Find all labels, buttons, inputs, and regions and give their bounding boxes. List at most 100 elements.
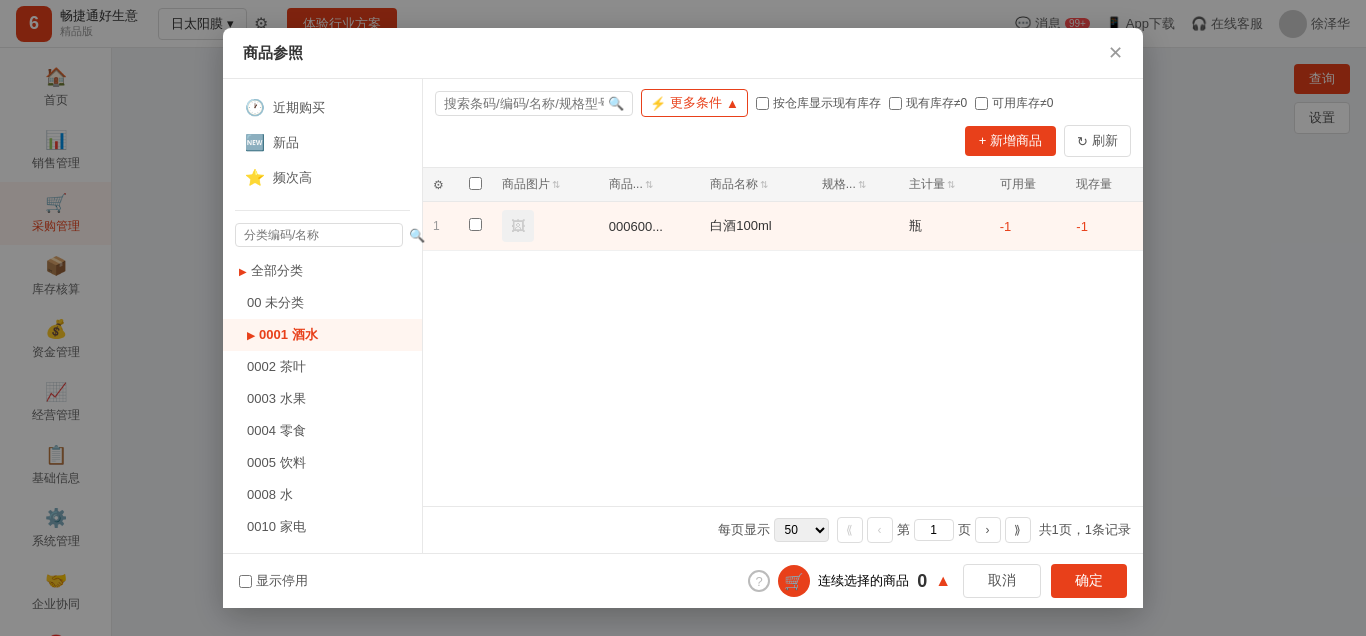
cat-fruit-label: 0003 水果 bbox=[247, 390, 306, 408]
available-stock-checkbox[interactable] bbox=[975, 97, 988, 110]
modal-close-icon[interactable]: ✕ bbox=[1108, 42, 1123, 64]
sort-icon-3: ⇅ bbox=[760, 179, 768, 190]
sort-icon-2: ⇅ bbox=[645, 179, 653, 190]
next-page-button[interactable]: › bbox=[975, 517, 1001, 543]
row-checkbox[interactable] bbox=[469, 218, 482, 231]
row-spec-cell bbox=[812, 202, 900, 251]
cat-liquor-label: 0001 酒水 bbox=[259, 326, 318, 344]
product-search-input[interactable] bbox=[444, 96, 604, 111]
last-page-button[interactable]: ⟫ bbox=[1005, 517, 1031, 543]
th-product-code: 商品... ⇅ bbox=[599, 168, 701, 202]
cat-snack-label: 0004 零食 bbox=[247, 422, 306, 440]
th-stock: 现存量 bbox=[1066, 168, 1143, 202]
cat-beverage-label: 0005 饮料 bbox=[247, 454, 306, 472]
nonzero-stock-checkbox[interactable] bbox=[889, 97, 902, 110]
warehouse-stock-checkbox[interactable] bbox=[756, 97, 769, 110]
th-available: 可用量 bbox=[990, 168, 1067, 202]
th-settings: ⚙ bbox=[423, 168, 459, 202]
modal-overlay: 商品参照 ✕ 🕐 近期购买 🆕 新品 ⭐ 频次高 bbox=[0, 0, 1366, 636]
table-row[interactable]: 1 🖼 000600... bbox=[423, 202, 1143, 251]
show-disabled-check[interactable]: 显示停用 bbox=[239, 572, 308, 590]
cat-uncategorized-label: 00 未分类 bbox=[247, 294, 304, 312]
cat-item-liquor[interactable]: ▶ 0001 酒水 bbox=[223, 319, 422, 351]
row-code-cell: 000600... bbox=[599, 202, 701, 251]
cat-item-fruit[interactable]: 0003 水果 bbox=[223, 383, 422, 415]
filter-icon: ⚡ bbox=[650, 96, 666, 111]
toolbar: 🔍 ⚡ 更多条件 ▲ 按仓库显示现有库存 现有库存≠0 bbox=[423, 79, 1143, 168]
check-warehouse-stock[interactable]: 按仓库显示现有库存 bbox=[756, 95, 881, 112]
row-checkbox-cell bbox=[459, 202, 492, 251]
cat-item-tea[interactable]: 0002 茶叶 bbox=[223, 351, 422, 383]
show-disabled-checkbox[interactable] bbox=[239, 575, 252, 588]
row-num: 1 bbox=[423, 202, 459, 251]
category-search-input[interactable] bbox=[235, 223, 403, 247]
cat-item-uncategorized[interactable]: 00 未分类 bbox=[223, 287, 422, 319]
quick-filter-frequent[interactable]: ⭐ 频次高 bbox=[235, 161, 410, 194]
select-all-checkbox[interactable] bbox=[469, 177, 482, 190]
search-icon[interactable]: 🔍 bbox=[608, 96, 624, 111]
quick-filter-recent[interactable]: 🕐 近期购买 bbox=[235, 91, 410, 124]
cat-water-label: 0008 水 bbox=[247, 486, 293, 504]
table-settings-icon[interactable]: ⚙ bbox=[433, 178, 444, 192]
quick-filter-frequent-label: 频次高 bbox=[273, 169, 312, 187]
row-img-cell: 🖼 bbox=[492, 202, 599, 251]
first-page-button[interactable]: ⟪ bbox=[837, 517, 863, 543]
cancel-button[interactable]: 取消 bbox=[963, 564, 1041, 598]
category-search-icon[interactable]: 🔍 bbox=[409, 228, 425, 243]
th-checkbox bbox=[459, 168, 492, 202]
quick-filters: 🕐 近期购买 🆕 新品 ⭐ 频次高 bbox=[223, 91, 422, 194]
th-unit: 主计量 ⇅ bbox=[899, 168, 989, 202]
cart-count: 0 bbox=[917, 571, 927, 592]
product-reference-modal: 商品参照 ✕ 🕐 近期购买 🆕 新品 ⭐ 频次高 bbox=[223, 28, 1143, 608]
prev-page-button[interactable]: ‹ bbox=[867, 517, 893, 543]
product-unit: 瓶 bbox=[909, 218, 922, 233]
check-nonzero-label: 现有库存≠0 bbox=[906, 95, 967, 112]
footer-buttons: 取消 确定 bbox=[963, 564, 1127, 598]
th-product-img: 商品图片 ⇅ bbox=[492, 168, 599, 202]
row-name-cell: 白酒100ml bbox=[700, 202, 811, 251]
help-icon[interactable]: ? bbox=[748, 570, 770, 592]
product-code: 000600... bbox=[609, 219, 663, 234]
check-warehouse-label: 按仓库显示现有库存 bbox=[773, 95, 881, 112]
page-size-select: 每页显示 10 20 50 100 bbox=[718, 518, 829, 542]
footer-mid: ? 🛒 连续选择的商品 0 ▲ bbox=[748, 565, 951, 597]
divider bbox=[235, 210, 410, 211]
product-table-wrap: ⚙ 商品图片 ⇅ bbox=[423, 168, 1143, 506]
th-spec: 规格... ⇅ bbox=[812, 168, 900, 202]
continuous-select-label: 连续选择的商品 bbox=[818, 572, 909, 590]
page-size-dropdown[interactable]: 10 20 50 100 bbox=[774, 518, 829, 542]
category-search-area: 🔍 bbox=[223, 219, 422, 255]
toolbar-right: + 新增商品 ↻ 刷新 bbox=[965, 125, 1131, 157]
table-header-row: ⚙ 商品图片 ⇅ bbox=[423, 168, 1143, 202]
page-label: 第 bbox=[897, 521, 910, 539]
add-product-button[interactable]: + 新增商品 bbox=[965, 126, 1056, 156]
th-name-label: 商品名称 bbox=[710, 176, 758, 193]
cat-item-snack[interactable]: 0004 零食 bbox=[223, 415, 422, 447]
show-disabled-label: 显示停用 bbox=[256, 572, 308, 590]
cat-item-appliances[interactable]: 0010 家电 bbox=[223, 511, 422, 541]
quick-filter-new[interactable]: 🆕 新品 bbox=[235, 126, 410, 159]
cat-item-water[interactable]: 0008 水 bbox=[223, 479, 422, 511]
page-size-label: 每页显示 bbox=[718, 521, 770, 539]
category-list: ▶ 全部分类 00 未分类 ▶ 0001 酒水 0002 茶叶 0003 水果 bbox=[223, 255, 422, 541]
product-table: ⚙ 商品图片 ⇅ bbox=[423, 168, 1143, 251]
refresh-button[interactable]: ↻ 刷新 bbox=[1064, 125, 1131, 157]
image-placeholder-icon: 🖼 bbox=[511, 218, 525, 234]
th-unit-label: 主计量 bbox=[909, 176, 945, 193]
modal-body: 🕐 近期购买 🆕 新品 ⭐ 频次高 🔍 bbox=[223, 79, 1143, 553]
th-stock-label: 现存量 bbox=[1076, 177, 1112, 191]
recent-purchase-icon: 🕐 bbox=[245, 98, 265, 117]
confirm-button[interactable]: 确定 bbox=[1051, 564, 1127, 598]
sort-icon-4: ⇅ bbox=[858, 179, 866, 190]
quick-filter-recent-label: 近期购买 bbox=[273, 99, 325, 117]
new-product-icon: 🆕 bbox=[245, 133, 265, 152]
th-code-label: 商品... bbox=[609, 176, 643, 193]
cat-item-beverage[interactable]: 0005 饮料 bbox=[223, 447, 422, 479]
collapse-up-icon[interactable]: ▲ bbox=[935, 572, 951, 590]
check-nonzero-stock[interactable]: 现有库存≠0 bbox=[889, 95, 967, 112]
check-available-stock[interactable]: 可用库存≠0 bbox=[975, 95, 1053, 112]
cat-item-all[interactable]: ▶ 全部分类 bbox=[223, 255, 422, 287]
page-number-input[interactable] bbox=[914, 519, 954, 541]
page-nav: ⟪ ‹ 第 页 › ⟫ bbox=[837, 517, 1031, 543]
more-filter-button[interactable]: ⚡ 更多条件 ▲ bbox=[641, 89, 748, 117]
